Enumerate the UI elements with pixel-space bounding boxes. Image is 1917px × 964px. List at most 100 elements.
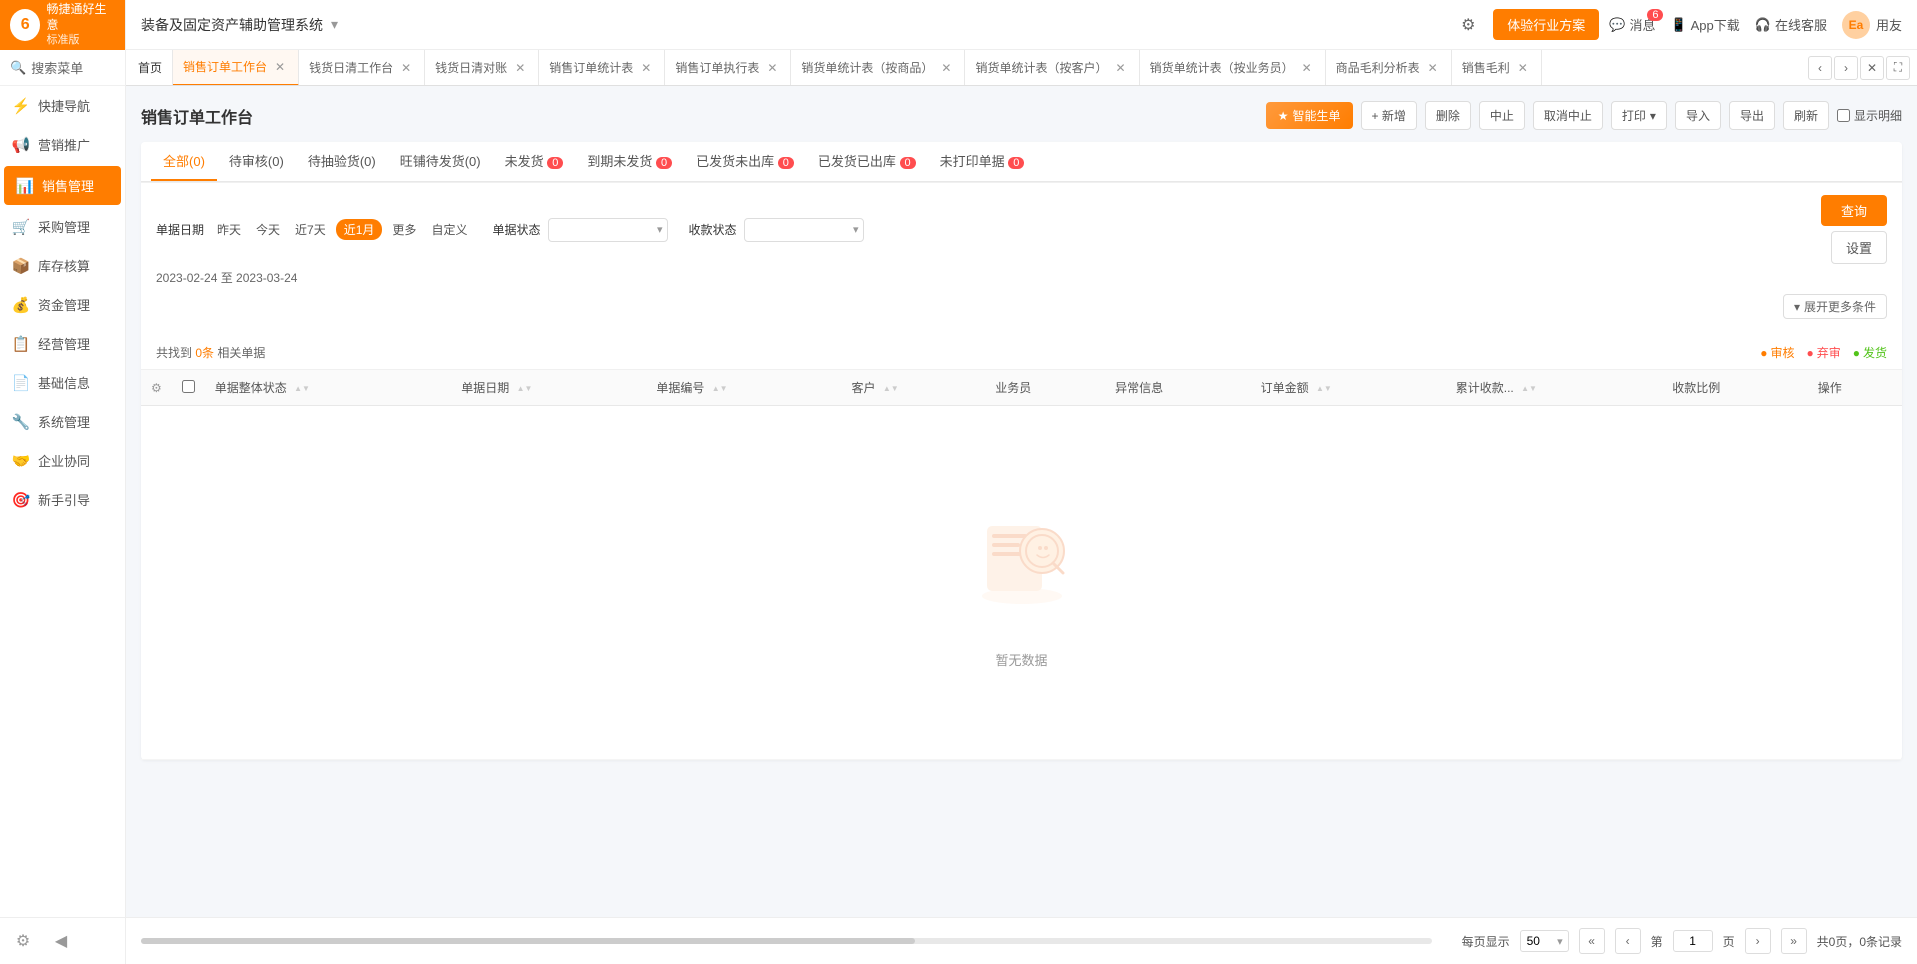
tab-close-sales-stats-staff[interactable]: ✕	[1299, 60, 1315, 76]
col-number: 单据编号 ▲▼	[646, 370, 841, 406]
sidebar-item-guide[interactable]: 🎯 新手引导	[0, 480, 125, 519]
last-page-button[interactable]: »	[1781, 928, 1807, 954]
page-number-input[interactable]	[1673, 930, 1713, 952]
tab-sales-order-exec[interactable]: 销售订单执行表 ✕	[665, 50, 791, 86]
smart-generate-button[interactable]: ★ 智能生单	[1266, 102, 1353, 129]
sidebar-item-finance[interactable]: 💰 资金管理	[0, 285, 125, 324]
date-shortcuts: 昨天 今天 近7天 近1月 更多 自定义	[212, 219, 472, 240]
online-service-button[interactable]: 🎧 在线客服	[1755, 15, 1827, 34]
tab-sales-stats-product[interactable]: 销货单统计表（按商品） ✕	[791, 50, 965, 86]
expand-filter-button[interactable]: ▾ 展开更多条件	[1783, 294, 1887, 319]
batch-ship-button[interactable]: ● 发货	[1853, 344, 1887, 361]
add-button[interactable]: + 新增	[1361, 101, 1417, 130]
last7-btn[interactable]: 近7天	[290, 219, 331, 240]
sub-tab-wangpu[interactable]: 旺铺待发货(0)	[388, 142, 493, 181]
refresh-button[interactable]: 刷新	[1783, 101, 1829, 130]
tab-close-sales-profit[interactable]: ✕	[1515, 60, 1531, 76]
tab-fullscreen-button[interactable]: ⛶	[1886, 56, 1910, 80]
tab-close-product-margin[interactable]: ✕	[1425, 60, 1441, 76]
tab-close-sales-stats-product[interactable]: ✕	[938, 60, 954, 76]
topbar-settings-icon[interactable]: ⚙	[1453, 10, 1483, 40]
tab-cash-reconcile[interactable]: 钱货日清对账 ✕	[425, 50, 539, 86]
tab-product-margin[interactable]: 商品毛利分析表 ✕	[1326, 50, 1452, 86]
message-button[interactable]: 💬 消息 6	[1609, 15, 1655, 34]
sub-tab-overdue[interactable]: 到期未发货 0	[575, 142, 684, 181]
tab-close-sales-stats-customer[interactable]: ✕	[1113, 60, 1129, 76]
sidebar-item-sales[interactable]: 📊 销售管理	[4, 166, 121, 205]
status-select[interactable]	[548, 218, 668, 242]
select-all-checkbox[interactable]	[182, 380, 195, 393]
show-detail-checkbox[interactable]	[1837, 109, 1850, 122]
tab-close-cash-reconcile[interactable]: ✕	[512, 60, 528, 76]
custom-btn[interactable]: 自定义	[426, 219, 472, 240]
sort-number-icon[interactable]: ▲▼	[712, 384, 728, 393]
content-area: 销售订单工作台 ★ 智能生单 + 新增 删除 中止 取消中止 打印 ▾ 导入 导…	[126, 86, 1917, 917]
tab-close-sales-order-stats[interactable]: ✕	[638, 60, 654, 76]
tab-home[interactable]: 首页	[128, 50, 173, 86]
sidebar-item-purchase[interactable]: 🛒 采购管理	[0, 207, 125, 246]
sub-tab-pending-inspect[interactable]: 待抽验货(0)	[296, 142, 388, 181]
tab-scroll-prev-button[interactable]: ‹	[1808, 56, 1832, 80]
tab-close-sales-order-exec[interactable]: ✕	[764, 60, 780, 76]
tab-sales-stats-staff[interactable]: 销货单统计表（按业务员） ✕	[1140, 50, 1326, 86]
sidebar-item-quick-nav[interactable]: ⚡ 快捷导航	[0, 86, 125, 125]
total-records-label: 共0页，0条记录	[1817, 933, 1902, 950]
sidebar-search[interactable]: 🔍 搜索菜单	[0, 50, 125, 86]
sidebar-item-marketing[interactable]: 📢 营销推广	[0, 125, 125, 164]
sort-status-icon[interactable]: ▲▼	[294, 384, 310, 393]
tab-sales-profit[interactable]: 销售毛利 ✕	[1452, 50, 1542, 86]
sub-tab-not-printed[interactable]: 未打印单据 0	[928, 142, 1037, 181]
horizontal-scrollbar[interactable]	[141, 938, 1432, 944]
sort-date-icon[interactable]: ▲▼	[517, 384, 533, 393]
app-download-button[interactable]: 📱 App下载	[1670, 15, 1739, 34]
payment-select[interactable]	[744, 218, 864, 242]
last-month-btn[interactable]: 近1月	[336, 219, 383, 240]
prev-page-button[interactable]: ‹	[1615, 928, 1641, 954]
page-size-select[interactable]: 50 100 200	[1520, 930, 1569, 952]
batch-approve-button[interactable]: ● 审核	[1760, 344, 1794, 361]
settings-button[interactable]: 设置	[1831, 231, 1887, 264]
sidebar-item-base-info[interactable]: 📄 基础信息	[0, 363, 125, 402]
tab-cash-daily[interactable]: 钱货日清工作台 ✕	[299, 50, 425, 86]
sidebar-item-system[interactable]: 🔧 系统管理	[0, 402, 125, 441]
tab-close-cash-daily[interactable]: ✕	[398, 60, 414, 76]
today-btn[interactable]: 今天	[251, 219, 285, 240]
export-button[interactable]: 导出	[1729, 101, 1775, 130]
print-button[interactable]: 打印 ▾	[1611, 101, 1667, 130]
sub-tab-all[interactable]: 全部(0)	[151, 142, 217, 181]
batch-abandon-button[interactable]: ● 弃审	[1806, 344, 1840, 361]
dropdown-arrow-icon[interactable]: ▾	[331, 16, 338, 33]
sidebar-item-inventory[interactable]: 📦 库存核算	[0, 246, 125, 285]
tab-sales-order-workbench[interactable]: 销售订单工作台 ✕	[173, 50, 299, 86]
settings-gear-icon[interactable]: ⚙	[8, 926, 38, 956]
tab-close-all-button[interactable]: ✕	[1860, 56, 1884, 80]
show-detail-checkbox-label: 显示明细	[1837, 107, 1902, 124]
industry-solution-button[interactable]: 体验行业方案	[1493, 9, 1599, 40]
column-settings-icon[interactable]: ⚙	[141, 370, 172, 406]
user-menu-button[interactable]: Ea 用友	[1842, 11, 1902, 39]
tab-close-sales-order-workbench[interactable]: ✕	[272, 59, 288, 75]
tab-sales-stats-customer[interactable]: 销货单统计表（按客户） ✕	[965, 50, 1139, 86]
next-page-button[interactable]: ›	[1745, 928, 1771, 954]
sort-collected-icon[interactable]: ▲▼	[1521, 384, 1537, 393]
sub-tab-shipped-not-out[interactable]: 已发货未出库 0	[684, 142, 806, 181]
sub-tab-shipped-out[interactable]: 已发货已出库 0	[806, 142, 928, 181]
sort-amount-icon[interactable]: ▲▼	[1316, 384, 1332, 393]
sort-customer-icon[interactable]: ▲▼	[883, 384, 899, 393]
tab-scroll-next-button[interactable]: ›	[1834, 56, 1858, 80]
delete-button[interactable]: 删除	[1425, 101, 1471, 130]
cancel-stop-button[interactable]: 取消中止	[1533, 101, 1603, 130]
tab-sales-order-stats[interactable]: 销售订单统计表 ✕	[539, 50, 665, 86]
collapse-icon[interactable]: ◀	[46, 926, 76, 956]
first-page-button[interactable]: «	[1579, 928, 1605, 954]
import-button[interactable]: 导入	[1675, 101, 1721, 130]
more-btn[interactable]: 更多	[387, 219, 421, 240]
sub-tab-not-shipped[interactable]: 未发货 0	[493, 142, 576, 181]
yesterday-btn[interactable]: 昨天	[212, 219, 246, 240]
query-button[interactable]: 查询	[1821, 195, 1887, 226]
logo-area: 6 畅捷通好生意 标准版	[0, 0, 125, 50]
sub-tab-pending-review[interactable]: 待审核(0)	[217, 142, 296, 181]
sidebar-item-operations[interactable]: 📋 经营管理	[0, 324, 125, 363]
stop-button[interactable]: 中止	[1479, 101, 1525, 130]
sidebar-item-collab[interactable]: 🤝 企业协同	[0, 441, 125, 480]
